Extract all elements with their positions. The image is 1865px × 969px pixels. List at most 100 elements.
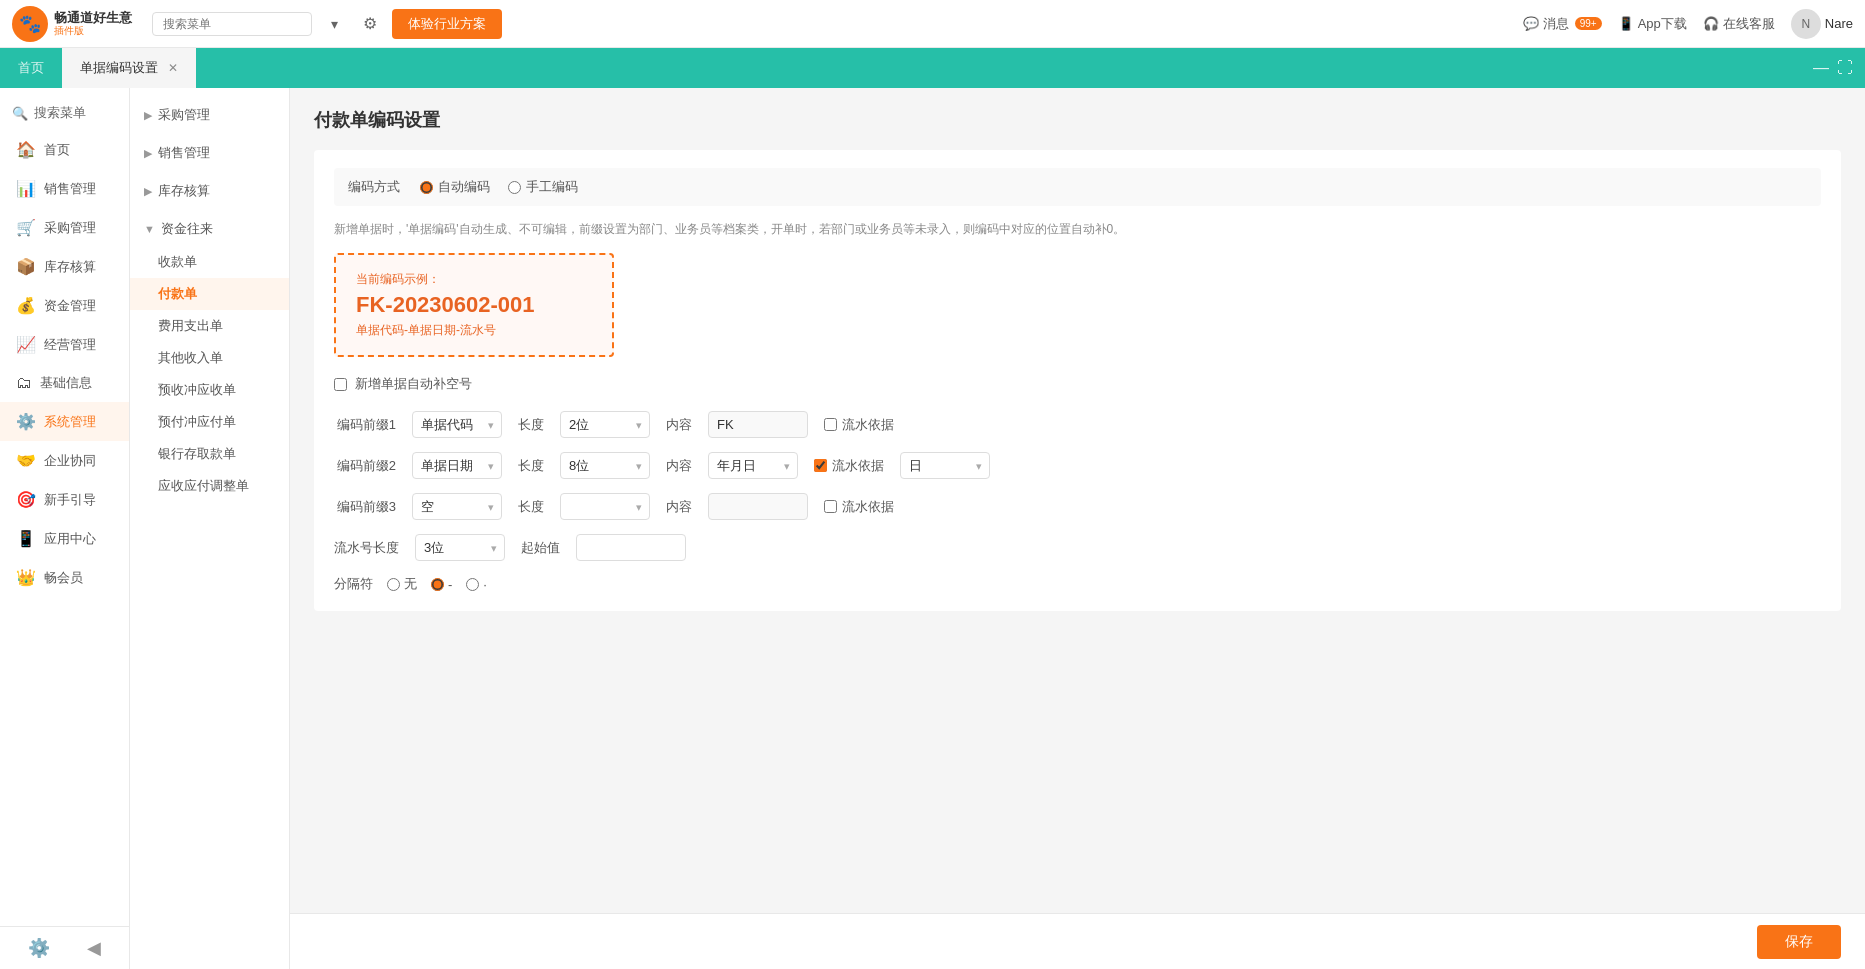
tab-close-icon[interactable]: ✕ (168, 61, 178, 75)
length3-select[interactable] (560, 493, 650, 520)
sidebar-item-enterprise[interactable]: 🤝 企业协同 (0, 441, 129, 480)
content2-select-wrap[interactable]: 年月日 (708, 452, 798, 479)
sep-dot-option[interactable]: · (466, 577, 487, 592)
topbar-right: 💬 消息 99+ 📱 App下载 🎧 在线客服 N Nare (1523, 9, 1853, 39)
serial3-checkbox-item[interactable]: 流水依据 (824, 498, 894, 516)
finance-icon: 💰 (16, 296, 36, 315)
content-wrapper: ▶ 采购管理 ▶ 销售管理 ▶ 库存核算 (130, 88, 1865, 969)
submenu-item-advance-payment[interactable]: 预付冲应付单 (130, 406, 289, 438)
page-title: 付款单编码设置 (314, 108, 1841, 132)
serial-length-select[interactable]: 3位 (415, 534, 505, 561)
serial2-checkbox-item[interactable]: 流水依据 (814, 457, 884, 475)
search-input[interactable] (152, 12, 312, 36)
online-service-item[interactable]: 🎧 在线客服 (1703, 15, 1775, 33)
content3-label: 内容 (666, 498, 692, 516)
guide-icon: 🎯 (16, 490, 36, 509)
tab-expand-icon[interactable]: ⛶ (1837, 59, 1853, 77)
topbar-gear-icon[interactable]: ⚙ (356, 10, 384, 38)
sep-dash-radio[interactable] (431, 578, 444, 591)
settings-bottom-icon[interactable]: ⚙️ (28, 937, 50, 959)
prefix2-row: 编码前缀2 单据日期 长度 8位 (334, 452, 1821, 479)
sidebar-item-home[interactable]: 🏠 首页 (0, 130, 129, 169)
prefix1-select-wrap[interactable]: 单据代码 (412, 411, 502, 438)
topbar-dropdown-icon[interactable]: ▾ (320, 10, 348, 38)
message-item[interactable]: 💬 消息 99+ (1523, 15, 1602, 33)
serial1-checkbox-item[interactable]: 流水依据 (824, 416, 894, 434)
sidebar-item-inventory[interactable]: 📦 库存核算 (0, 247, 129, 286)
length1-select[interactable]: 2位 (560, 411, 650, 438)
period-select-wrap[interactable]: 日 (900, 452, 990, 479)
sep-none-radio[interactable] (387, 578, 400, 591)
sidebar-item-purchase[interactable]: 🛒 采购管理 (0, 208, 129, 247)
submenu-item-other-income[interactable]: 其他收入单 (130, 342, 289, 374)
submenu-item-receipt[interactable]: 收款单 (130, 246, 289, 278)
manual-code-option[interactable]: 手工编码 (508, 178, 578, 196)
headset-icon: 🎧 (1703, 16, 1719, 31)
submenu-item-expense[interactable]: 费用支出单 (130, 310, 289, 342)
logo-sub: 插件版 (54, 25, 132, 37)
sidebar-item-base[interactable]: 🗂 基础信息 (0, 364, 129, 402)
sidebar-item-sales[interactable]: 📊 销售管理 (0, 169, 129, 208)
tab-encoding[interactable]: 单据编码设置 ✕ (62, 48, 196, 88)
bottom-bar: 保存 (290, 913, 1865, 969)
user-area[interactable]: N Nare (1791, 9, 1853, 39)
apps-icon: 📱 (16, 529, 36, 548)
sep-none-option[interactable]: 无 (387, 575, 417, 593)
sidebar-search[interactable]: 🔍 搜索菜单 (0, 96, 129, 130)
sidebar-item-guide[interactable]: 🎯 新手引导 (0, 480, 129, 519)
prefix2-select[interactable]: 单据日期 (412, 452, 502, 479)
submenu-sales-title[interactable]: ▶ 销售管理 (130, 136, 289, 170)
tab-minimize-icon[interactable]: — (1813, 59, 1829, 77)
serial3-checkbox[interactable] (824, 500, 837, 513)
sep-dot-radio[interactable] (466, 578, 479, 591)
submenu-inventory-title[interactable]: ▶ 库存核算 (130, 174, 289, 208)
content1-input[interactable] (708, 411, 808, 438)
sep-dash-option[interactable]: - (431, 577, 452, 592)
tab-home[interactable]: 首页 (0, 48, 62, 88)
submenu-sales-label: 销售管理 (158, 144, 210, 162)
app-download-item[interactable]: 📱 App下载 (1618, 15, 1687, 33)
preview-code: FK-20230602-001 (356, 292, 592, 318)
submenu-finance-title[interactable]: ▼ 资金往来 (130, 212, 289, 246)
prefix3-select[interactable]: 空 (412, 493, 502, 520)
submenu-finance-label: 资金往来 (161, 220, 213, 238)
manual-code-radio[interactable] (508, 181, 521, 194)
length3-select-wrap[interactable] (560, 493, 650, 520)
username: Nare (1825, 16, 1853, 31)
sidebar-item-apps[interactable]: 📱 应用中心 (0, 519, 129, 558)
sidebar-item-operation[interactable]: 📈 经营管理 (0, 325, 129, 364)
sidebar-item-member[interactable]: 👑 畅会员 (0, 558, 129, 597)
length2-select[interactable]: 8位 (560, 452, 650, 479)
notice-text: 新增单据时，'单据编码'自动生成、不可编辑，前缀设置为部门、业务员等档案类，开单… (334, 220, 1821, 239)
prefix1-select[interactable]: 单据代码 (412, 411, 502, 438)
serial2-checkbox[interactable] (814, 459, 827, 472)
auto-code-option[interactable]: 自动编码 (420, 178, 490, 196)
start-value-input[interactable]: 1 (576, 534, 686, 561)
prefix2-select-wrap[interactable]: 单据日期 (412, 452, 502, 479)
submenu-item-advance-receipt[interactable]: 预收冲应收单 (130, 374, 289, 406)
submenu-purchase-title[interactable]: ▶ 采购管理 (130, 98, 289, 132)
serial-length-select-wrap[interactable]: 3位 (415, 534, 505, 561)
encoding-method-row: 编码方式 自动编码 手工编码 (334, 168, 1821, 206)
sidebar-item-finance[interactable]: 💰 资金管理 (0, 286, 129, 325)
length1-select-wrap[interactable]: 2位 (560, 411, 650, 438)
submenu-item-payment[interactable]: 付款单 (130, 278, 289, 310)
collapse-icon[interactable]: ◀ (87, 937, 101, 959)
logo-icon: 🐾 (12, 6, 48, 42)
period-select[interactable]: 日 (900, 452, 990, 479)
content2-select[interactable]: 年月日 (708, 452, 798, 479)
length2-select-wrap[interactable]: 8位 (560, 452, 650, 479)
topbar-nav: ▾ ⚙ 体验行业方案 (152, 9, 1513, 39)
section-card: 编码方式 自动编码 手工编码 (314, 150, 1841, 611)
serial1-checkbox[interactable] (824, 418, 837, 431)
save-button[interactable]: 保存 (1757, 925, 1841, 959)
auto-code-radio[interactable] (420, 181, 433, 194)
submenu-item-adjustment[interactable]: 应收应付调整单 (130, 470, 289, 502)
prefix3-select-wrap[interactable]: 空 (412, 493, 502, 520)
auto-fill-checkbox[interactable] (334, 378, 347, 391)
sidebar-item-system[interactable]: ⚙️ 系统管理 (0, 402, 129, 441)
solution-button[interactable]: 体验行业方案 (392, 9, 502, 39)
content3-input[interactable] (708, 493, 808, 520)
submenu-item-bank[interactable]: 银行存取款单 (130, 438, 289, 470)
operation-icon: 📈 (16, 335, 36, 354)
